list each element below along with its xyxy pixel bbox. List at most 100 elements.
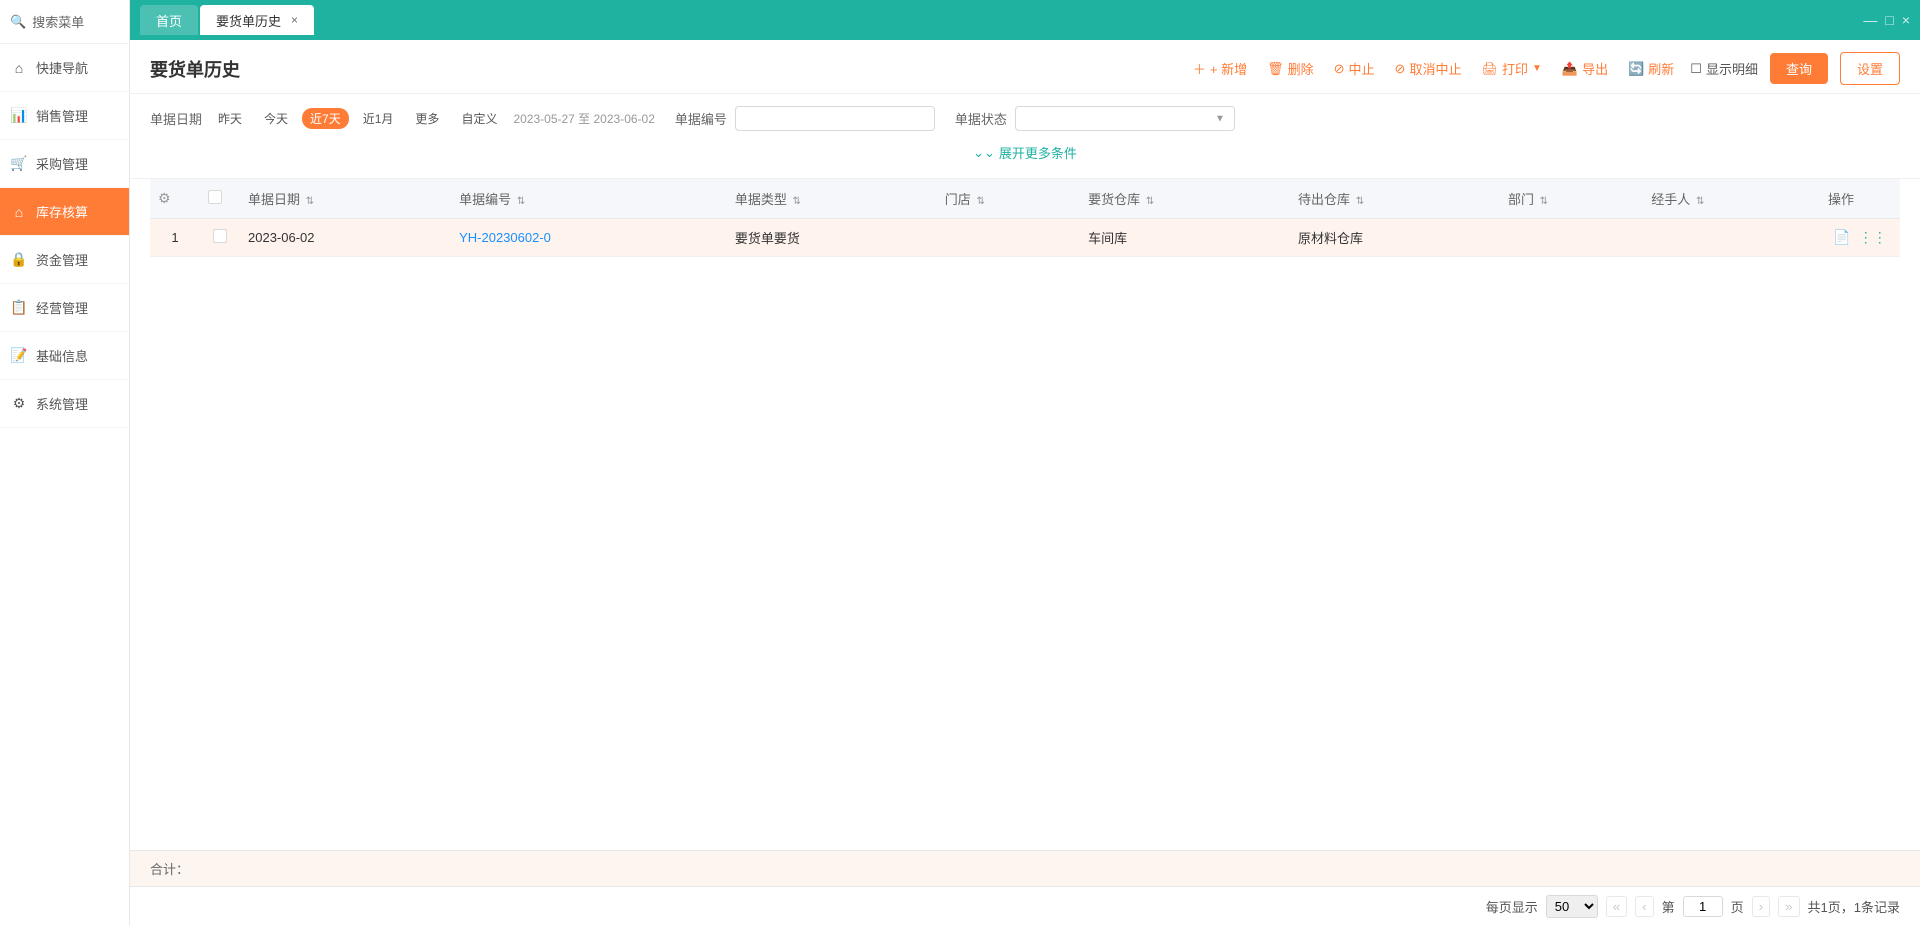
sidebar-item-quick-nav[interactable]: ⌂ 快捷导航 [0, 44, 129, 92]
header-checkbox[interactable] [208, 190, 222, 204]
window-controls: — □ × [1863, 12, 1910, 28]
system-icon: ⚙ [10, 395, 28, 412]
doc-no-input[interactable] [735, 106, 935, 131]
date-btn-today[interactable]: 今天 [256, 108, 296, 129]
sort-icon-req-warehouse[interactable]: ⇅ [1146, 196, 1154, 207]
th-doc-no: 单据编号 ⇅ [451, 179, 727, 219]
row-req-warehouse: 车间库 [1088, 231, 1127, 246]
doc-no-label: 单据编号 [675, 109, 727, 128]
operations-icons: 📄 ⋮⋮ [1828, 229, 1892, 246]
refresh-button[interactable]: 🔄 刷新 [1624, 57, 1678, 80]
print-dropdown-icon: ▼ [1532, 63, 1542, 74]
export-button[interactable]: 📤 导出 [1558, 57, 1612, 80]
stop-button[interactable]: ⊘ 中止 [1330, 57, 1379, 80]
prev-page-button[interactable]: ‹ [1635, 896, 1653, 917]
expand-row: ⌄⌄ 展开更多条件 [150, 139, 1900, 166]
sort-icon-pending-warehouse[interactable]: ⇅ [1356, 196, 1364, 207]
th-department-label: 部门 [1508, 192, 1534, 207]
sort-icon-store[interactable]: ⇅ [976, 196, 984, 207]
first-page-button[interactable]: « [1606, 896, 1627, 917]
table-header-row: ⚙ 单据日期 ⇅ 单据编号 ⇅ [150, 179, 1900, 219]
row-date: 2023-06-02 [248, 230, 315, 245]
tab-home[interactable]: 首页 [140, 5, 198, 35]
date-btn-more[interactable]: 更多 [407, 108, 447, 129]
sidebar-item-basic[interactable]: 📝 基础信息 [0, 332, 129, 380]
tab-close-icon[interactable]: × [291, 13, 298, 27]
cancel-stop-label: 取消中止 [1409, 59, 1461, 78]
row-doc-type: 要货单要货 [735, 231, 800, 246]
sidebar-item-label: 经营管理 [36, 298, 88, 317]
pagination: 每页显示 20 50 100 « ‹ 第 页 › » 共1页，1条记录 [130, 886, 1920, 926]
export-label: 导出 [1582, 59, 1608, 78]
sidebar-item-purchase[interactable]: 🛒 采购管理 [0, 140, 129, 188]
edit-icon[interactable]: 📄 [1833, 229, 1850, 246]
row-index: 1 [171, 230, 178, 245]
status-label: 单据状态 [955, 109, 1007, 128]
window-minimize-icon[interactable]: — [1863, 12, 1877, 28]
inventory-icon: ⌂ [10, 204, 28, 220]
th-operations-label: 操作 [1828, 192, 1854, 207]
last-page-button[interactable]: » [1778, 896, 1799, 917]
next-page-button[interactable]: › [1752, 896, 1770, 917]
th-handler: 经手人 ⇅ [1643, 179, 1820, 219]
th-store: 门店 ⇅ [937, 179, 1080, 219]
sidebar-item-finance[interactable]: 🔒 资金管理 [0, 236, 129, 284]
page-input[interactable] [1683, 896, 1723, 917]
setting-button[interactable]: 设置 [1840, 52, 1900, 85]
cell-store [937, 219, 1080, 257]
cancel-stop-button[interactable]: ⊘ 取消中止 [1391, 57, 1466, 80]
expand-more-button[interactable]: ⌄⌄ 展开更多条件 [961, 139, 1089, 166]
sidebar-search[interactable]: 🔍 搜索菜单 [0, 0, 129, 44]
total-info: 共1页，1条记录 [1808, 897, 1900, 916]
tab-home-label: 首页 [156, 11, 182, 30]
sidebar-item-operations[interactable]: 📋 经营管理 [0, 284, 129, 332]
display-detail-toggle[interactable]: ☐ 显示明细 [1690, 59, 1758, 78]
date-btn-yesterday[interactable]: 昨天 [210, 108, 250, 129]
sort-icon-date[interactable]: ⇅ [306, 196, 314, 207]
sidebar-search-label: 搜索菜单 [32, 12, 84, 31]
cell-pending-warehouse: 原材料仓库 [1290, 219, 1500, 257]
row-checkbox[interactable] [213, 229, 227, 243]
date-btn-7days[interactable]: 近7天 [302, 108, 349, 129]
per-page-select[interactable]: 20 50 100 [1546, 895, 1598, 918]
add-label: + 新增 [1210, 59, 1247, 78]
delete-label: 删除 [1288, 59, 1314, 78]
sort-icon-doc-type[interactable]: ⇅ [793, 196, 801, 207]
status-select[interactable] [1015, 106, 1235, 131]
cell-doc-no: YH-20230602-0 [451, 219, 727, 257]
window-close-icon[interactable]: × [1902, 12, 1910, 28]
sidebar-item-system[interactable]: ⚙ 系统管理 [0, 380, 129, 428]
sidebar-item-sales[interactable]: 📊 销售管理 [0, 92, 129, 140]
expand-icon: ⌄⌄ [973, 145, 995, 161]
delete-button[interactable]: 🗑 删除 [1263, 57, 1318, 80]
sidebar-item-inventory[interactable]: ⌂ 库存核算 [0, 188, 129, 236]
page-content: 要货单历史 ＋ + 新增 🗑 删除 ⊘ 中止 ⊘ 取消中止 [130, 40, 1920, 926]
sort-icon-department[interactable]: ⇅ [1540, 196, 1548, 207]
delete-icon: 🗑 [1267, 61, 1284, 77]
page-label: 第 [1662, 897, 1675, 916]
print-icon: 🖨 [1481, 61, 1498, 77]
more-ops-icon[interactable]: ⋮⋮ [1859, 229, 1887, 246]
query-button[interactable]: 查询 [1770, 53, 1828, 84]
th-settings[interactable]: ⚙ [150, 179, 200, 219]
cell-doc-type: 要货单要货 [727, 219, 937, 257]
tab-active[interactable]: 要货单历史 × [200, 5, 314, 35]
add-button[interactable]: ＋ + 新增 [1189, 57, 1251, 80]
date-btn-custom[interactable]: 自定义 [453, 108, 505, 129]
doc-no-filter: 单据编号 [675, 106, 935, 131]
th-check [200, 179, 240, 219]
doc-no-link[interactable]: YH-20230602-0 [459, 230, 551, 245]
th-doc-no-label: 单据编号 [459, 192, 511, 207]
window-maximize-icon[interactable]: □ [1885, 12, 1893, 28]
header-actions: ＋ + 新增 🗑 删除 ⊘ 中止 ⊘ 取消中止 🖨 打印 [1189, 52, 1900, 85]
sidebar-item-label: 快捷导航 [36, 58, 88, 77]
date-btn-1month[interactable]: 近1月 [355, 108, 402, 129]
sort-icon-handler[interactable]: ⇅ [1696, 196, 1704, 207]
table-row: 1 2023-06-02 YH-20230602-0 要货单要货 [150, 219, 1900, 257]
sort-icon-doc-no[interactable]: ⇅ [517, 196, 525, 207]
print-button[interactable]: 🖨 打印 ▼ [1477, 57, 1545, 80]
sidebar-item-label: 销售管理 [36, 106, 88, 125]
data-table: ⚙ 单据日期 ⇅ 单据编号 ⇅ [150, 179, 1900, 257]
sidebar-item-label: 基础信息 [36, 346, 88, 365]
cell-index: 1 [150, 219, 200, 257]
